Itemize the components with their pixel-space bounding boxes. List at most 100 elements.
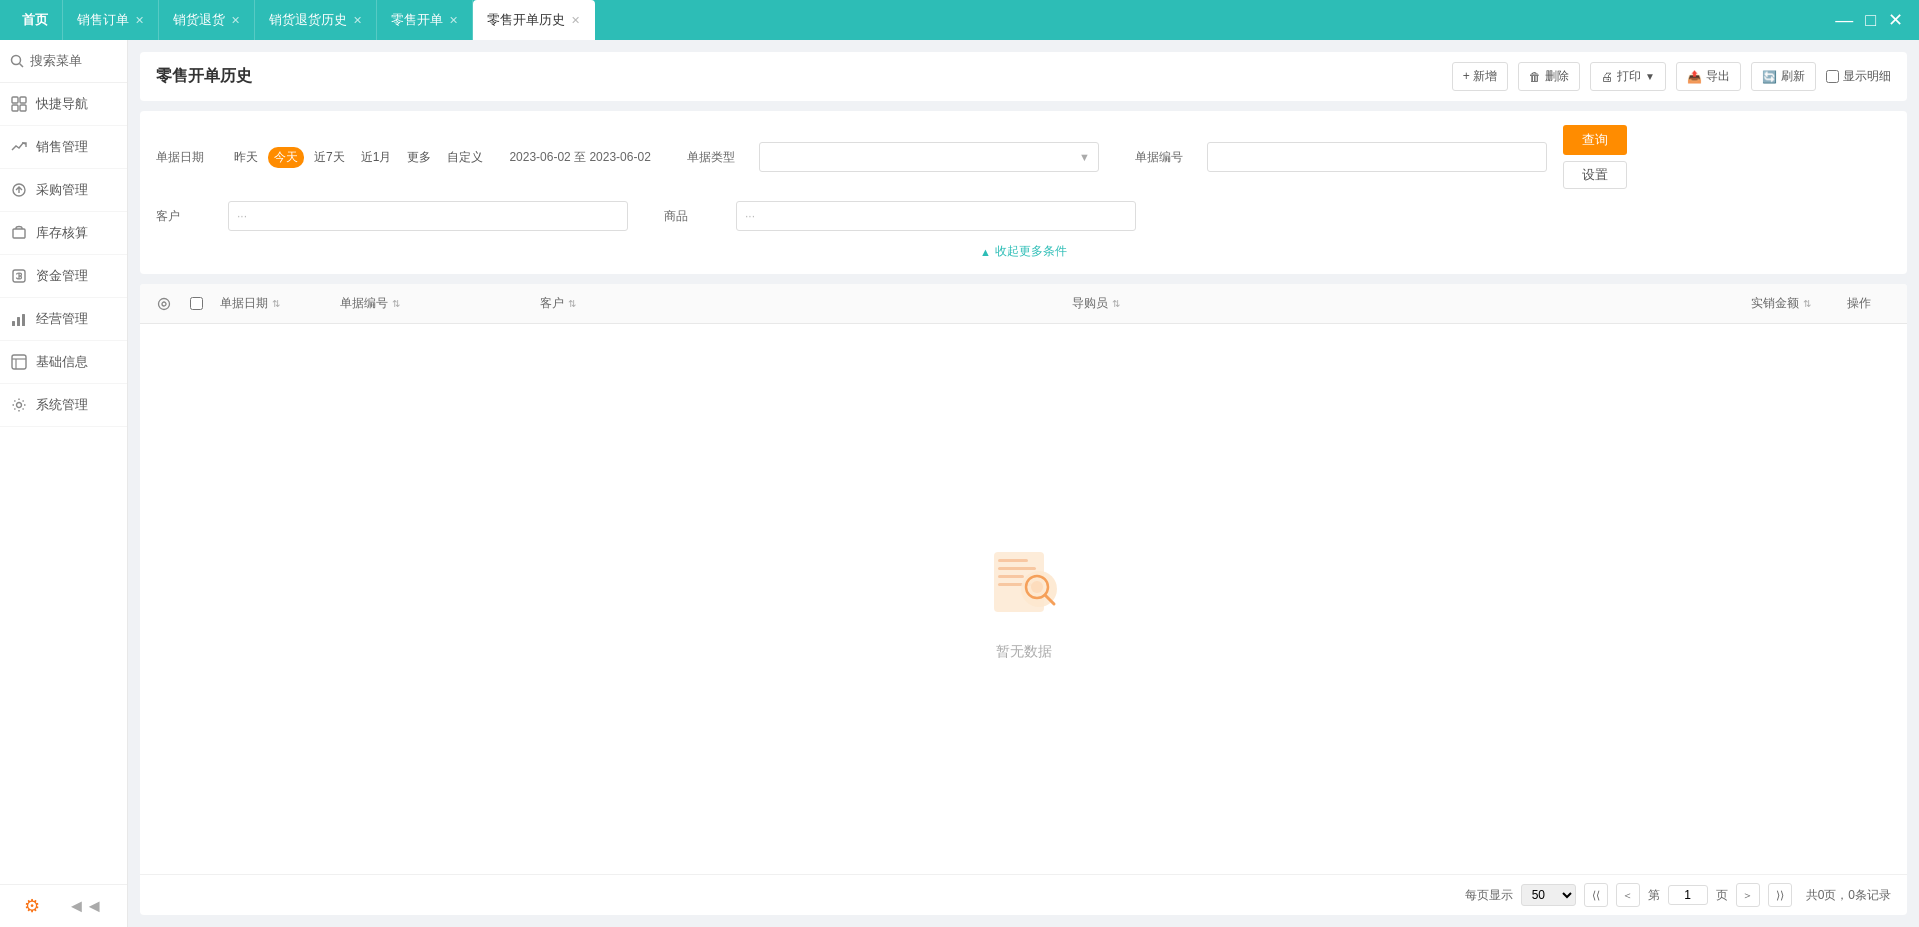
close-tab-retail-order[interactable]: ✕ (449, 14, 458, 27)
close-tab-sales-order[interactable]: ✕ (135, 14, 144, 27)
window-close-icon[interactable]: ✕ (1888, 9, 1903, 31)
maximize-icon[interactable]: □ (1865, 10, 1876, 31)
tab-sales-return-history[interactable]: 销货退货历史 ✕ (255, 0, 377, 40)
per-page-select[interactable]: 50 100 200 (1521, 884, 1576, 906)
goods-label: 商品 (664, 208, 720, 225)
doc-type-select[interactable]: ▼ (759, 142, 1099, 172)
sort-guide-icon: ⇅ (1112, 298, 1120, 309)
col-amount[interactable]: 实销金额 ⇅ (1719, 295, 1819, 312)
next-page-btn[interactable]: ＞ (1736, 883, 1760, 907)
refresh-button[interactable]: 🔄 刷新 (1751, 62, 1816, 91)
tab-sales-return[interactable]: 销货退货 ✕ (159, 0, 255, 40)
pagination-total: 共0页，0条记录 (1806, 887, 1891, 904)
table-settings-icon[interactable] (148, 297, 180, 311)
col-date[interactable]: 单据日期 ⇅ (212, 295, 332, 312)
page-header: 零售开单历史 + 新增 🗑 删除 🖨 打印 ▼ 📤 导出 (140, 52, 1907, 101)
close-tab-sales-return-history[interactable]: ✕ (353, 14, 362, 27)
sort-customer-icon: ⇅ (568, 298, 576, 309)
operations-icon (10, 310, 28, 328)
sidebar-item-operations[interactable]: 经营管理 (0, 298, 127, 341)
finance-icon (10, 267, 28, 285)
page-input[interactable] (1668, 885, 1708, 905)
last-page-btn[interactable]: ⟩⟩ (1768, 883, 1792, 907)
add-button[interactable]: + 新增 (1452, 62, 1508, 91)
sort-amount-icon: ⇅ (1803, 298, 1811, 309)
col-customer[interactable]: 客户 ⇅ (532, 295, 1064, 312)
date-yesterday[interactable]: 昨天 (228, 147, 264, 168)
sidebar-item-basic[interactable]: 基础信息 (0, 341, 127, 384)
date-today[interactable]: 今天 (268, 147, 304, 168)
date-1month[interactable]: 近1月 (355, 147, 398, 168)
sidebar: 搜索菜单 快捷导航 销售管理 (0, 40, 128, 927)
filter-panel: 单据日期 昨天 今天 近7天 近1月 更多 自定义 2023-06-02 至 2… (140, 111, 1907, 274)
refresh-icon: 🔄 (1762, 70, 1777, 84)
col-guide[interactable]: 导购员 ⇅ (1064, 295, 1204, 312)
tab-retail-order[interactable]: 零售开单 ✕ (377, 0, 473, 40)
svg-rect-4 (12, 105, 18, 111)
doc-number-label: 单据编号 (1135, 149, 1191, 166)
sidebar-collapse-icon[interactable]: ◄◄ (68, 896, 104, 917)
svg-rect-2 (12, 97, 18, 103)
date-7days[interactable]: 近7天 (308, 147, 351, 168)
filter-settings-button[interactable]: 设置 (1563, 161, 1627, 189)
inventory-icon (10, 224, 28, 242)
sidebar-bottom: ⚙ ◄◄ (0, 884, 127, 927)
sidebar-item-purchase[interactable]: 采购管理 (0, 169, 127, 212)
svg-point-26 (1031, 581, 1043, 593)
close-tab-retail-order-history[interactable]: ✕ (571, 14, 580, 27)
tab-bar: 首页 销售订单 ✕ 销货退货 ✕ 销货退货历史 ✕ 零售开单 ✕ 零售开单历史 … (0, 0, 1919, 40)
export-button[interactable]: 📤 导出 (1676, 62, 1741, 91)
sort-date-icon: ⇅ (272, 298, 280, 309)
page-title: 零售开单历史 (156, 66, 252, 87)
quick-nav-icon (10, 95, 28, 113)
svg-line-1 (20, 64, 24, 68)
close-tab-sales-return[interactable]: ✕ (231, 14, 240, 27)
search-icon (10, 54, 24, 68)
doc-number-input[interactable] (1207, 142, 1547, 172)
tab-sales-order[interactable]: 销售订单 ✕ (63, 0, 159, 40)
empty-illustration (974, 537, 1074, 627)
sidebar-item-quick-nav[interactable]: 快捷导航 (0, 83, 127, 126)
sidebar-item-sales[interactable]: 销售管理 (0, 126, 127, 169)
svg-point-15 (17, 403, 22, 408)
main-layout: 搜索菜单 快捷导航 销售管理 (0, 40, 1919, 927)
doc-type-label: 单据类型 (687, 149, 743, 166)
prev-page-btn[interactable]: ＜ (1616, 883, 1640, 907)
col-number[interactable]: 单据编号 ⇅ (332, 295, 532, 312)
svg-rect-21 (998, 575, 1024, 578)
delete-icon: 🗑 (1529, 70, 1541, 84)
svg-rect-11 (22, 314, 25, 326)
delete-button[interactable]: 🗑 删除 (1518, 62, 1580, 91)
doc-type-arrow-icon: ▼ (1079, 151, 1090, 163)
svg-point-0 (12, 56, 21, 65)
sidebar-settings-icon[interactable]: ⚙ (24, 895, 40, 917)
print-icon: 🖨 (1601, 70, 1613, 84)
system-icon (10, 396, 28, 414)
display-detail-toggle[interactable]: 显示明细 (1826, 68, 1891, 85)
sidebar-search[interactable]: 搜索菜单 (0, 40, 127, 83)
svg-rect-19 (998, 559, 1028, 562)
query-button[interactable]: 查询 (1563, 125, 1627, 155)
display-detail-checkbox[interactable] (1826, 70, 1839, 83)
goods-select[interactable]: ··· (736, 201, 1136, 231)
sidebar-item-finance[interactable]: 资金管理 (0, 255, 127, 298)
print-button[interactable]: 🖨 打印 ▼ (1590, 62, 1666, 91)
date-more[interactable]: 更多 (401, 147, 437, 168)
date-range: 2023-06-02 至 2023-06-02 (509, 149, 650, 166)
sidebar-item-inventory[interactable]: 库存核算 (0, 212, 127, 255)
export-icon: 📤 (1687, 70, 1702, 84)
select-all-checkbox[interactable] (180, 297, 212, 310)
customer-select[interactable]: ··· (228, 201, 628, 231)
basic-icon (10, 353, 28, 371)
empty-state: 暂无数据 (140, 324, 1907, 874)
collapse-filter-button[interactable]: ▲ 收起更多条件 (980, 243, 1067, 260)
pagination: 每页显示 50 100 200 ⟨⟨ ＜ 第 页 ＞ ⟩⟩ 共0页，0条记录 (140, 874, 1907, 915)
print-arrow-icon: ▼ (1645, 71, 1655, 82)
tab-retail-order-history[interactable]: 零售开单历史 ✕ (473, 0, 595, 40)
minimize-icon[interactable]: — (1835, 10, 1853, 31)
collapse-icon: ▲ (980, 246, 991, 258)
date-custom[interactable]: 自定义 (441, 147, 489, 168)
sidebar-item-system[interactable]: 系统管理 (0, 384, 127, 427)
first-page-btn[interactable]: ⟨⟨ (1584, 883, 1608, 907)
tab-home[interactable]: 首页 (8, 0, 63, 40)
